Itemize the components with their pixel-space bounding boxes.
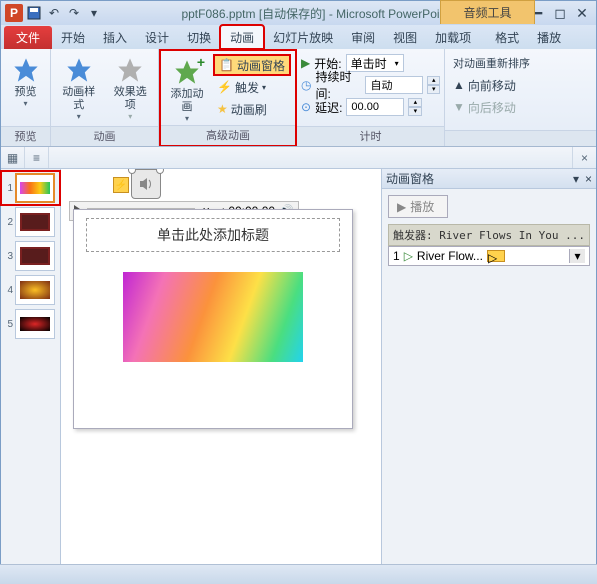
tab-insert[interactable]: 插入	[94, 26, 136, 49]
timeline-bar: ▷	[487, 250, 505, 262]
group-preview-label: 预览	[1, 126, 50, 146]
tab-format[interactable]: 格式	[486, 26, 528, 49]
item-dropdown-icon[interactable]: ▾	[569, 249, 585, 263]
tab-view[interactable]: 视图	[384, 26, 426, 49]
ribbon-tabs: 文件 开始 插入 设计 切换 动画 幻灯片放映 审阅 视图 加载项 格式 播放	[1, 25, 596, 49]
tab-file[interactable]: 文件	[4, 26, 52, 49]
delay-icon: ⊙	[301, 100, 311, 114]
down-icon: ▼	[453, 100, 465, 114]
status-bar	[0, 564, 597, 584]
animation-pane: 动画窗格 ▾ × ▶ 播放 触发器: River Flows In You ..…	[381, 169, 596, 565]
ribbon: 预览 ▾ 预览 动画样式 ▾ 效果选项 ▾ 动画 + 添加动画 ▾	[1, 49, 596, 147]
delay-field[interactable]: 00.00	[346, 98, 404, 116]
painter-icon: ★	[217, 102, 228, 116]
play-icon: ▶	[397, 200, 406, 214]
outline-view-button[interactable]: ≡	[25, 147, 49, 168]
pane-close-icon[interactable]: ×	[585, 172, 592, 186]
app-icon: P	[5, 4, 23, 22]
thumbnail-5[interactable]: 5	[3, 309, 58, 339]
duration-icon: ◷	[301, 78, 311, 92]
animation-pane-play-button[interactable]: ▶ 播放	[388, 195, 448, 218]
animation-indicator-icon[interactable]: ⚡	[113, 177, 129, 193]
delay-label: 延迟:	[315, 99, 342, 116]
thumbnails-view-button[interactable]: ▦	[1, 147, 25, 168]
animation-pane-icon: 📋	[219, 58, 234, 72]
play-effect-icon: ▷	[404, 249, 413, 263]
effect-options-button: 效果选项 ▾	[107, 52, 155, 123]
animation-painter-button[interactable]: ★ 动画刷	[213, 98, 291, 120]
tab-home[interactable]: 开始	[52, 26, 94, 49]
qat-more-icon[interactable]: ▾	[85, 4, 103, 22]
undo-icon[interactable]: ↶	[45, 4, 63, 22]
thumbnail-2[interactable]: 2	[3, 207, 58, 237]
slide-image[interactable]	[123, 272, 303, 362]
tab-design[interactable]: 设计	[136, 26, 178, 49]
animation-styles-button[interactable]: 动画样式 ▾	[55, 52, 103, 123]
tab-review[interactable]: 审阅	[342, 26, 384, 49]
title-placeholder[interactable]: 单击此处添加标题	[86, 218, 340, 252]
group-animation-label: 动画	[51, 126, 158, 146]
group-advanced-label: 高级动画	[161, 125, 295, 145]
slide-thumbnails: 1 2 3 4 5	[1, 169, 61, 565]
animation-pane-button[interactable]: 📋 动画窗格	[213, 54, 291, 76]
tab-playback[interactable]: 播放	[528, 26, 570, 49]
animation-item-1[interactable]: 1 ▷ River Flow... ▷ ▾	[388, 246, 590, 266]
reorder-label: 对动画重新排序	[449, 52, 534, 74]
start-play-icon: ▶	[301, 56, 310, 70]
tab-slideshow[interactable]: 幻灯片放映	[264, 26, 342, 49]
thumbnail-1[interactable]: 1	[3, 173, 58, 203]
group-timing-label: 计时	[297, 126, 444, 146]
close-button[interactable]: ✕	[572, 4, 592, 22]
save-icon[interactable]	[25, 4, 43, 22]
delay-spinner[interactable]: ▴▾	[408, 98, 422, 116]
outline-thumbnail-bar: ▦ ≡ ×	[1, 147, 596, 169]
slide-canvas[interactable]: 单击此处添加标题	[73, 209, 353, 429]
tab-animations[interactable]: 动画	[220, 25, 264, 49]
close-panel-button[interactable]: ×	[572, 147, 596, 168]
thumbnail-4[interactable]: 4	[3, 275, 58, 305]
preview-button[interactable]: 预览 ▾	[5, 52, 46, 110]
duration-spinner[interactable]: ▴▾	[427, 76, 440, 94]
tab-transitions[interactable]: 切换	[178, 26, 220, 49]
audio-object[interactable]	[131, 169, 161, 199]
up-icon: ▲	[453, 78, 465, 92]
redo-icon[interactable]: ↷	[65, 4, 83, 22]
slide-editor[interactable]: ⚡ ⏮ ⏭ 00:00.00 🔊 单击此处添加标题	[61, 169, 381, 565]
duration-field[interactable]: 自动	[365, 76, 423, 94]
audio-tools-contextual-tab: 音频工具	[440, 0, 535, 24]
move-earlier-button[interactable]: ▲向前移动	[449, 74, 534, 96]
move-later-button: ▼向后移动	[449, 96, 534, 118]
tab-addins[interactable]: 加载项	[426, 26, 480, 49]
pane-menu-icon[interactable]: ▾	[573, 172, 579, 186]
trigger-icon: ⚡	[217, 80, 232, 94]
speaker-icon[interactable]	[131, 169, 161, 199]
trigger-button[interactable]: ⚡ 触发 ▾	[213, 76, 291, 98]
add-animation-button[interactable]: + 添加动画 ▾	[165, 54, 209, 125]
trigger-header[interactable]: 触发器: River Flows In You ...	[388, 224, 590, 246]
restore-button[interactable]: ◻	[550, 4, 570, 22]
animation-pane-title: 动画窗格	[386, 170, 434, 187]
thumbnail-3[interactable]: 3	[3, 241, 58, 271]
